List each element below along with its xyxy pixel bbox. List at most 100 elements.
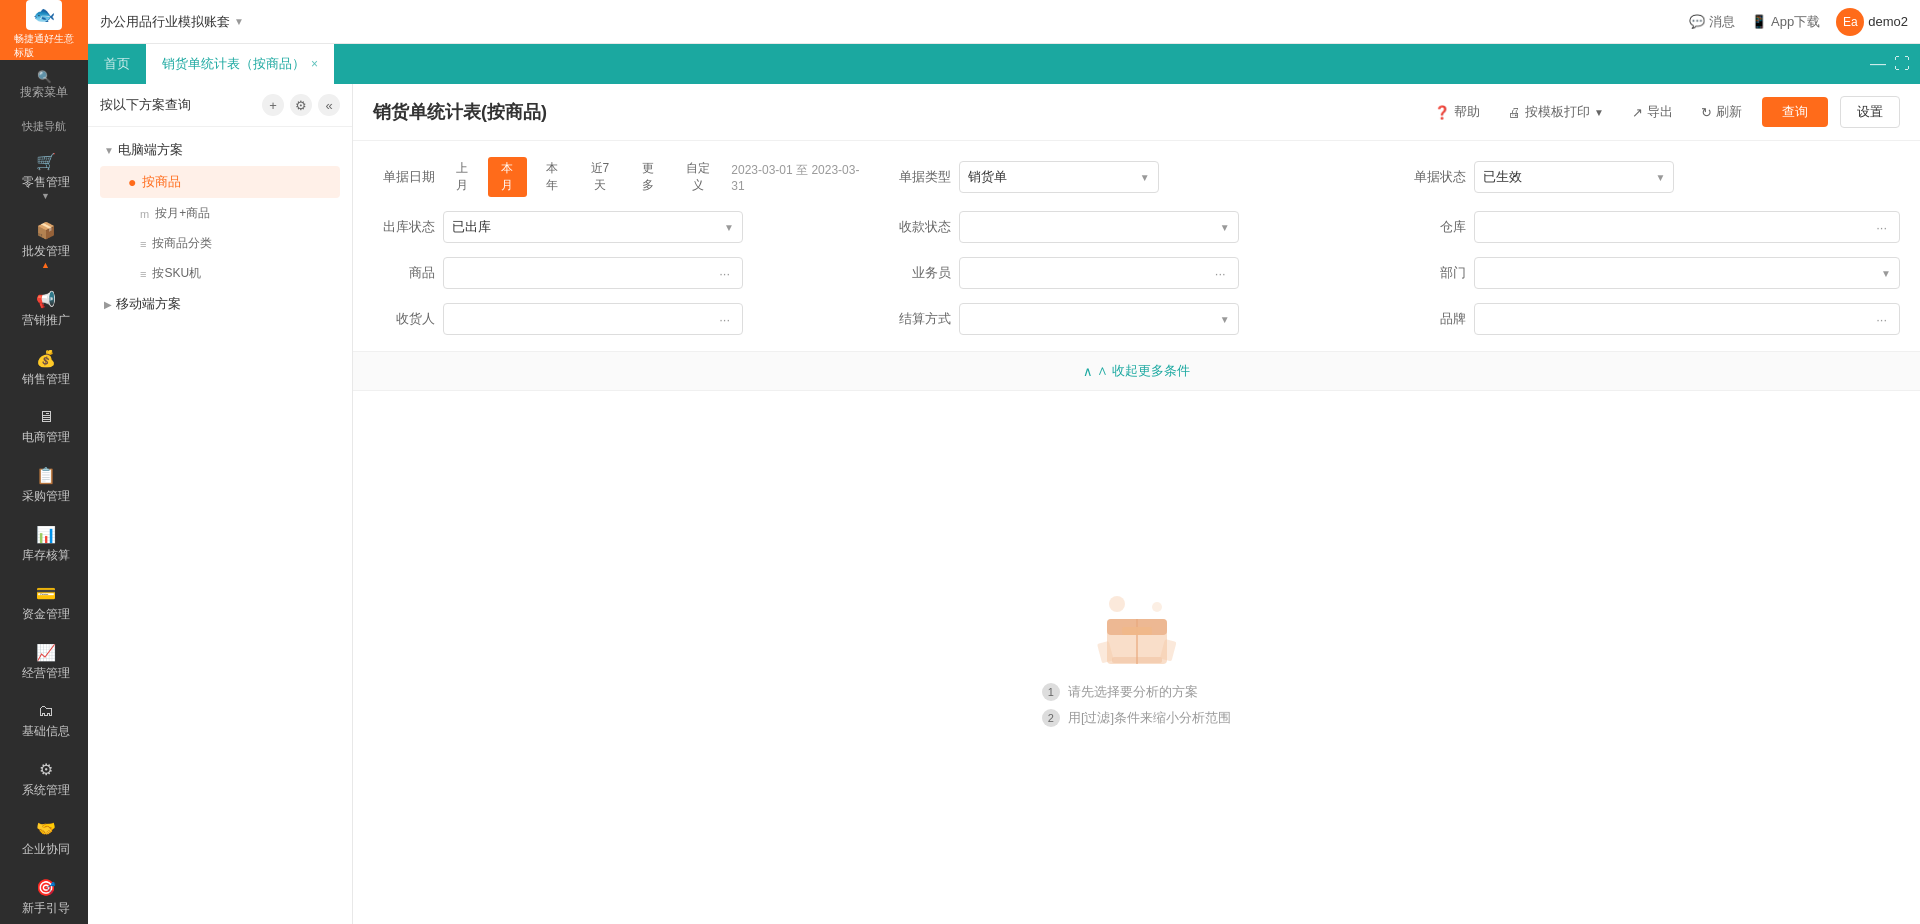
finance-icon: 💳 [36, 584, 56, 603]
date-btn-last-month[interactable]: 上月 [443, 157, 482, 197]
tab-minimize-button[interactable]: — [1870, 55, 1886, 73]
date-btn-7days[interactable]: 近7天 [577, 157, 622, 197]
filter-field-payment: 收款状态 ▼ [889, 211, 1385, 243]
print-button[interactable]: 🖨 按模板打印 ▼ [1500, 99, 1612, 125]
query-label: 查询 [1782, 104, 1808, 119]
sidebar-item-purchase[interactable]: 📋 采购管理 [0, 456, 88, 515]
type-select[interactable]: 销货单 ▼ [959, 161, 1159, 193]
sidebar-item-wholesale-label: 批发管理 [22, 243, 70, 260]
sidebar-item-enterprise[interactable]: 🤝 企业协同 [0, 809, 88, 868]
tree-item-by-sku[interactable]: ≡ 按SKU机 [100, 259, 340, 288]
tab-maximize-button[interactable]: ⛶ [1894, 55, 1910, 73]
tree-item-by-category[interactable]: ≡ 按商品分类 [100, 229, 340, 258]
goods-select[interactable]: ··· [443, 257, 743, 289]
date-range: 2023-03-01 至 2023-03-31 [731, 162, 868, 193]
message-button[interactable]: 💬 消息 [1689, 13, 1735, 31]
department-select[interactable]: ▼ [1474, 257, 1900, 289]
sidebar-item-purchase-label: 采购管理 [22, 488, 70, 505]
month-icon: m [140, 208, 149, 220]
sidebar-item-marketing[interactable]: 📢 营销推广 [0, 280, 88, 339]
search-icon: 🔍 [0, 70, 88, 84]
purchase-icon: 📋 [36, 466, 56, 485]
collapse-filters-button[interactable]: ∧ ∧ 收起更多条件 [353, 352, 1920, 391]
svg-point-4 [1109, 596, 1125, 612]
salesperson-select[interactable]: ··· [959, 257, 1239, 289]
filter-area: 单据日期 上月 本月 本年 近7天 更多 自定义 2023-03-01 至 20… [353, 141, 1920, 352]
refresh-button[interactable]: ↻ 刷新 [1693, 99, 1750, 125]
salesperson-more-button[interactable]: ··· [1211, 266, 1230, 281]
sidebar-item-operations[interactable]: 📈 经营管理 [0, 633, 88, 692]
tab-home-label: 首页 [104, 55, 130, 73]
sidebar-item-system[interactable]: ⚙ 系统管理 [0, 750, 88, 809]
search-menu[interactable]: 🔍 搜索菜单 [0, 60, 88, 111]
page-title-bar: 销货单统计表(按商品) ❓ 帮助 🖨 按模板打印 ▼ ↗ 导出 [353, 84, 1920, 141]
payment-label: 收款状态 [889, 218, 959, 236]
tab-current[interactable]: 销货单统计表（按商品） × [146, 44, 334, 84]
gear-icon: ⚙ [295, 98, 307, 113]
logo[interactable]: 🐟 畅捷通好生意 标版 [0, 0, 88, 60]
out-status-select[interactable]: 已出库 ▼ [443, 211, 743, 243]
type-value: 销货单 [968, 168, 1007, 186]
quick-nav[interactable]: 快捷导航 [0, 111, 88, 142]
mobile-group-header[interactable]: ▶ 移动端方案 [96, 289, 344, 319]
tree-item-by-month-goods[interactable]: m 按月+商品 [100, 199, 340, 228]
tab-current-label: 销货单统计表（按商品） [162, 55, 305, 73]
filter-field-status: 单据状态 已生效 ▼ [1404, 161, 1900, 193]
tab-close-button[interactable]: × [311, 57, 318, 71]
add-scheme-button[interactable]: + [262, 94, 284, 116]
goods-more-button[interactable]: ··· [715, 266, 734, 281]
date-btn-more[interactable]: 更多 [628, 157, 667, 197]
print-chevron-icon: ▼ [1594, 107, 1604, 118]
warehouse-more-button[interactable]: ··· [1872, 220, 1891, 235]
sidebar-item-wholesale[interactable]: 📦 批发管理 ▲ [0, 211, 88, 280]
sidebar-item-retail[interactable]: 🛒 零售管理 ▼ [0, 142, 88, 211]
sidebar-item-sales[interactable]: 💰 销售管理 [0, 339, 88, 398]
brand-select[interactable]: ··· [1474, 303, 1900, 335]
page-title: 销货单统计表(按商品) [373, 100, 547, 124]
date-label: 单据日期 [373, 168, 443, 186]
tree-item-by-goods-label: 按商品 [142, 173, 181, 191]
app-download-button[interactable]: 📱 App下载 [1751, 13, 1820, 31]
settings-button[interactable]: 设置 [1840, 96, 1900, 128]
industry-selector[interactable]: 办公用品行业模拟账套 ▼ [100, 13, 244, 31]
top-bar-left: 办公用品行业模拟账套 ▼ [100, 13, 244, 31]
status-chevron-icon: ▼ [1655, 172, 1665, 183]
help-button[interactable]: ❓ 帮助 [1426, 99, 1488, 125]
warehouse-select[interactable]: ··· [1474, 211, 1900, 243]
tab-home[interactable]: 首页 [88, 44, 146, 84]
date-btn-this-month[interactable]: 本月 [488, 157, 527, 197]
tree-section: ▼ 电脑端方案 ● 按商品 m 按月+商品 ≡ 按商品分类 [88, 127, 352, 327]
user-profile[interactable]: Ea demo2 [1836, 8, 1908, 36]
sidebar-item-inventory[interactable]: 📊 库存核算 [0, 515, 88, 574]
quick-nav-label: 快捷导航 [22, 120, 66, 132]
status-select[interactable]: 已生效 ▼ [1474, 161, 1674, 193]
logo-text: 畅捷通好生意 标版 [14, 32, 74, 60]
settlement-select[interactable]: ▼ [959, 303, 1239, 335]
sidebar-item-newbie[interactable]: 🎯 新手引导 [0, 868, 88, 924]
plus-icon: + [269, 98, 277, 113]
filter-field-goods: 商品 ··· [373, 257, 869, 289]
receiver-select[interactable]: ··· [443, 303, 743, 335]
sidebar-item-finance[interactable]: 💳 资金管理 [0, 574, 88, 633]
pc-group-header[interactable]: ▼ 电脑端方案 [96, 135, 344, 165]
wholesale-icon: 📦 [36, 221, 56, 240]
collapse-panel-button[interactable]: « [318, 94, 340, 116]
app-download-label: App下载 [1771, 13, 1820, 31]
empty-illustration [1087, 589, 1187, 683]
date-btn-custom[interactable]: 自定义 [673, 157, 723, 197]
export-button[interactable]: ↗ 导出 [1624, 99, 1681, 125]
sidebar-item-ecommerce[interactable]: 🖥 电商管理 [0, 398, 88, 456]
date-btn-this-year[interactable]: 本年 [533, 157, 572, 197]
query-button[interactable]: 查询 [1762, 97, 1828, 127]
filter-field-out-status: 出库状态 已出库 ▼ [373, 211, 869, 243]
filter-row-4: 收货人 ··· 结算方式 ▼ [373, 303, 1900, 335]
payment-select[interactable]: ▼ [959, 211, 1239, 243]
settings-scheme-button[interactable]: ⚙ [290, 94, 312, 116]
tree-item-by-sku-label: 按SKU机 [152, 265, 201, 282]
sidebar-item-basic[interactable]: 🗂 基础信息 [0, 692, 88, 750]
brand-more-button[interactable]: ··· [1872, 312, 1891, 327]
empty-tips: 1 请先选择要分析的方案 2 用[过滤]条件来缩小分析范围 [1042, 683, 1231, 727]
tree-item-by-goods[interactable]: ● 按商品 [100, 166, 340, 198]
type-chevron-icon: ▼ [1140, 172, 1150, 183]
receiver-more-button[interactable]: ··· [715, 312, 734, 327]
